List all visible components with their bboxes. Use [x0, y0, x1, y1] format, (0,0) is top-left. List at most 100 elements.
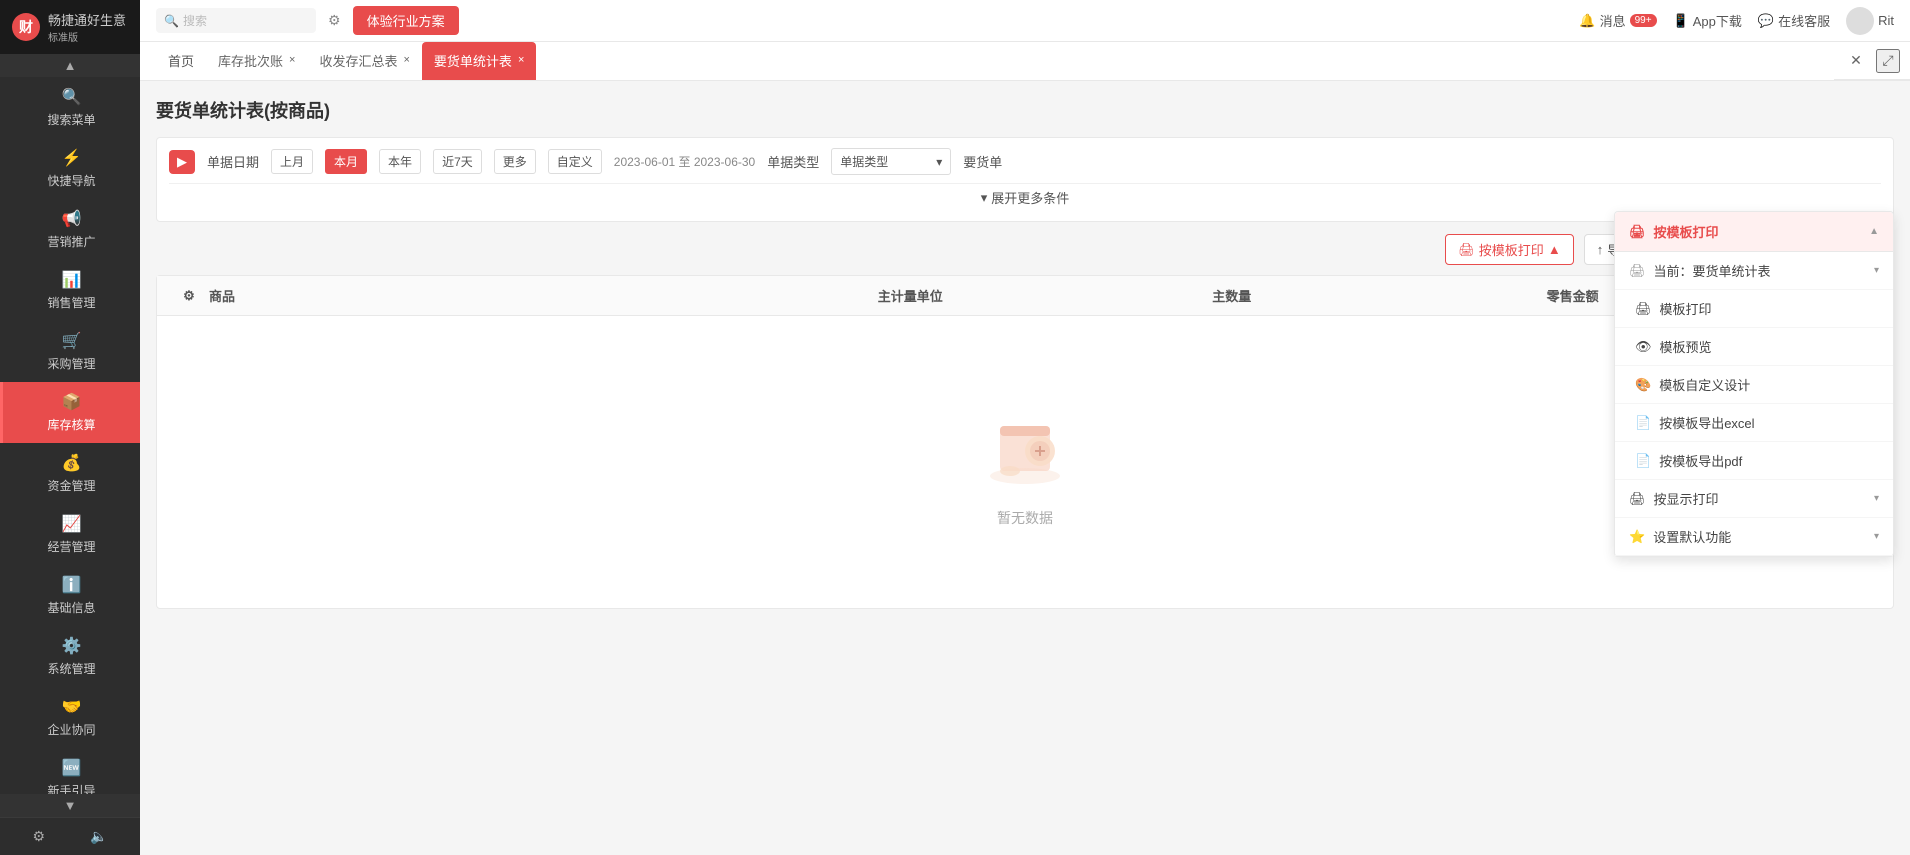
current-template-item[interactable]: 🖨 当前：要货单统计表 ▾	[1615, 252, 1893, 290]
sidebar-item-collab[interactable]: 🤝 企业协同	[0, 687, 140, 748]
custom-date-btn[interactable]: 自定义	[548, 149, 602, 174]
display-print-left: 🖨 按显示打印	[1629, 489, 1719, 508]
dropdown-item-template-preview[interactable]: 👁 模板预览	[1615, 328, 1893, 366]
topbar-gear-icon[interactable]: ⚙	[328, 12, 341, 29]
collection-summary-tab-label: 收发存汇总表	[319, 51, 397, 70]
app-name: 畅捷通好生意	[48, 10, 126, 29]
settings-bottom-btn[interactable]: ⚙	[33, 828, 46, 845]
current-month-btn[interactable]: 本月	[325, 149, 367, 174]
tab-inventory-batch[interactable]: 库存批次账 ×	[206, 42, 307, 80]
sidebar-item-label: 基础信息	[47, 599, 95, 616]
service-icon: 💬	[1758, 13, 1774, 29]
doc-type-select[interactable]: 单据类型 ▾	[831, 148, 951, 175]
filter-toggle-btn[interactable]: ▶	[169, 150, 195, 174]
system-nav-icon: ⚙️	[62, 636, 82, 656]
sidebar-item-guide[interactable]: 🆕 新手引导	[0, 748, 140, 794]
sidebar-item-sales[interactable]: 📊 销售管理	[0, 260, 140, 321]
app-download-label: App下载	[1693, 11, 1742, 30]
expand-icon: ▾	[981, 190, 988, 206]
sidebar-item-label: 企业协同	[47, 721, 95, 738]
topbar-search-icon: 🔍	[164, 14, 179, 28]
sound-bottom-btn[interactable]: 🔈	[90, 828, 107, 845]
sidebar-item-marketing[interactable]: 📢 营销推广	[0, 199, 140, 260]
expand-more-btn[interactable]: ▾ 展开更多条件	[169, 183, 1881, 211]
sidebar-scroll-down[interactable]: ▼	[0, 794, 140, 817]
dropdown-item-template-design[interactable]: 🎨 模板自定义设计	[1615, 366, 1893, 404]
display-print-icon: 🖨	[1629, 491, 1646, 507]
close-order-stats-tab[interactable]: ×	[518, 54, 524, 66]
dropdown-header[interactable]: 🖨 按模板打印 ▲	[1615, 212, 1893, 252]
sales-nav-icon: 📊	[62, 270, 82, 290]
dropdown-item-export-excel[interactable]: 📄 按模板导出excel	[1615, 404, 1893, 442]
export-pdf-label: 按模板导出pdf	[1659, 451, 1742, 470]
inventory-nav-icon: 📦	[62, 392, 82, 412]
more-date-btn[interactable]: 更多	[494, 149, 536, 174]
sidebar-item-search[interactable]: 🔍 搜索菜单	[0, 77, 140, 138]
app-download-btn[interactable]: 📱 App下载	[1673, 11, 1742, 30]
template-icon: 🖨	[1629, 263, 1646, 279]
template-print-label: 模板打印	[1660, 299, 1712, 318]
sidebar-item-basic[interactable]: ℹ️ 基础信息	[0, 565, 140, 626]
template-print-icon: 🖨	[1635, 301, 1652, 317]
sidebar-item-finance[interactable]: 💰 资金管理	[0, 443, 140, 504]
sidebar-item-label: 库存核算	[47, 416, 95, 433]
order-type-filter-label: 要货单	[963, 152, 1002, 171]
col-settings[interactable]: ⚙	[169, 288, 209, 304]
marketing-nav-icon: 📢	[62, 209, 82, 229]
home-tab-label: 首页	[168, 51, 194, 70]
notifications-btn[interactable]: 🔔 消息 99+	[1579, 11, 1656, 30]
sidebar-item-label: 采购管理	[47, 355, 95, 372]
dropdown-header-left: 🖨 按模板打印	[1629, 222, 1719, 241]
dropdown-item-export-pdf[interactable]: 📄 按模板导出pdf	[1615, 442, 1893, 480]
empty-state-label: 暂无数据	[997, 508, 1053, 528]
last-7-days-btn[interactable]: 近7天	[433, 149, 482, 174]
sidebar-item-business[interactable]: 📈 经营管理	[0, 504, 140, 565]
dropdown-item-set-default[interactable]: ⭐ 设置默认功能 ▾	[1615, 518, 1893, 556]
app-edition: 标准版	[48, 29, 126, 44]
doc-type-value: 单据类型	[840, 153, 888, 170]
dropdown-title: 按模板打印	[1654, 222, 1719, 241]
window-close-btn[interactable]: ✕	[1844, 49, 1868, 73]
industry-btn[interactable]: 体验行业方案	[353, 6, 459, 35]
sidebar-item-label: 快捷导航	[47, 172, 95, 189]
export-pdf-icon: 📄	[1635, 453, 1651, 469]
close-inventory-batch-tab[interactable]: ×	[289, 54, 295, 66]
empty-state-icon	[975, 396, 1075, 496]
sidebar-item-label: 新手引导	[47, 782, 95, 794]
printer-header-icon: 🖨	[1629, 224, 1646, 240]
sidebar-scroll-up[interactable]: ▲	[0, 54, 140, 77]
set-default-left: ⭐ 设置默认功能	[1629, 527, 1731, 546]
sidebar-item-quick[interactable]: ⚡ 快捷导航	[0, 138, 140, 199]
print-template-btn[interactable]: 🖨 按模板打印 ▲	[1445, 234, 1573, 265]
dropdown-item-display-print[interactable]: 🖨 按显示打印 ▾	[1615, 480, 1893, 518]
prev-month-btn[interactable]: 上月	[271, 149, 313, 174]
dropdown-item-template-print[interactable]: 🖨 模板打印	[1615, 290, 1893, 328]
topbar-search[interactable]: 🔍 搜索	[156, 8, 316, 33]
user-avatar-btn[interactable]: Rit	[1846, 7, 1894, 35]
sidebar-item-system[interactable]: ⚙️ 系统管理	[0, 626, 140, 687]
sidebar-item-purchase[interactable]: 🛒 采购管理	[0, 321, 140, 382]
tab-order-stats[interactable]: 要货单统计表 ×	[422, 42, 536, 80]
chevron-right-icon: ▾	[1874, 265, 1879, 276]
display-print-arrow: ▾	[1874, 493, 1879, 504]
sidebar-bottom: ⚙ 🔈	[0, 817, 140, 855]
service-label: 在线客服	[1778, 11, 1830, 30]
sidebar-item-label: 销售管理	[47, 294, 95, 311]
online-service-btn[interactable]: 💬 在线客服	[1758, 11, 1830, 30]
sidebar-item-inventory[interactable]: 📦 库存核算	[0, 382, 140, 443]
topbar-search-placeholder: 搜索	[183, 12, 207, 29]
close-collection-summary-tab[interactable]: ×	[403, 54, 409, 66]
template-design-label: 模板自定义设计	[1659, 375, 1750, 394]
main-area: 🔍 搜索 ⚙ 体验行业方案 🔔 消息 99+ 📱 App下载 💬 在线客服 Ri…	[140, 0, 1910, 855]
col-qty: 主数量	[1212, 286, 1546, 305]
window-controls: ✕ ⤢	[1834, 42, 1910, 80]
current-year-btn[interactable]: 本年	[379, 149, 421, 174]
set-default-label: 设置默认功能	[1653, 527, 1731, 546]
download-icon: 📱	[1673, 13, 1689, 29]
window-maximize-btn[interactable]: ⤢	[1876, 49, 1900, 73]
tab-collection-summary[interactable]: 收发存汇总表 ×	[307, 42, 421, 80]
filter-bar: ▶ 单据日期 上月 本月 本年 近7天 更多 自定义 2023-06-01 至 …	[156, 137, 1894, 222]
tab-home[interactable]: 首页	[156, 42, 206, 80]
bell-icon: 🔔	[1579, 13, 1595, 29]
chevron-down-icon: ▾	[936, 155, 942, 169]
